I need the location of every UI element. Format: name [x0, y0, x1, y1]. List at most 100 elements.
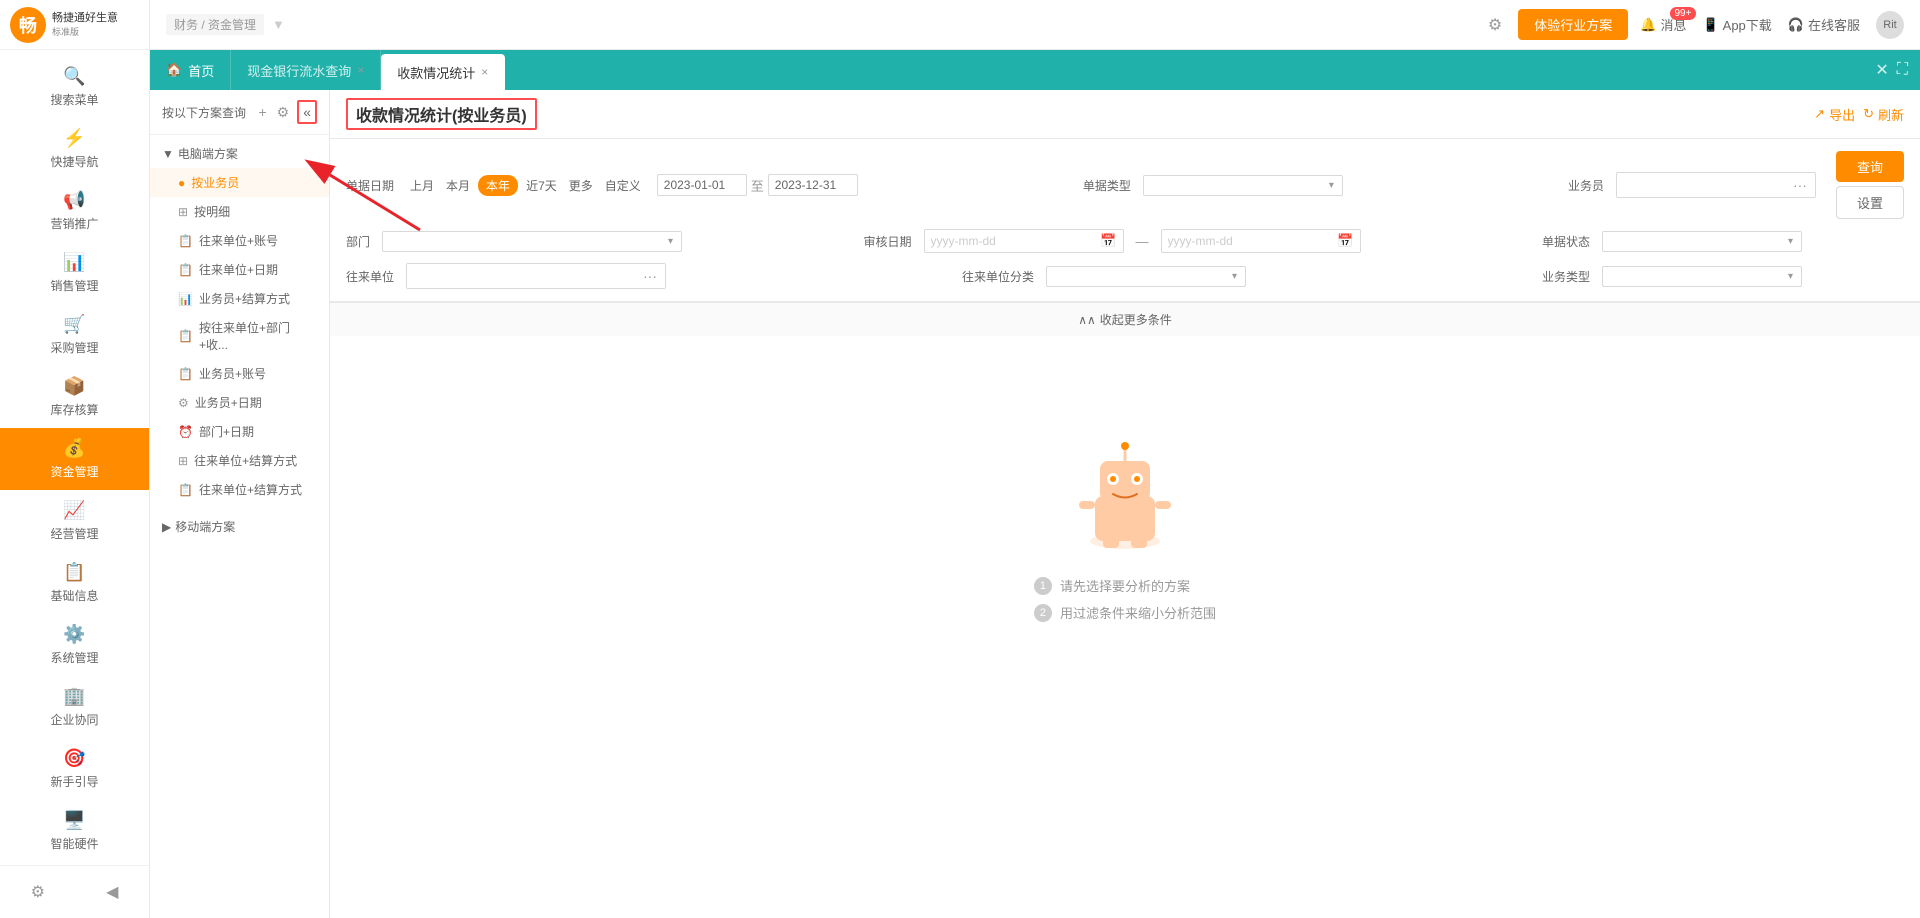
scheme-item-partner-settle1[interactable]: ⊞ 往来单位+结算方式: [150, 446, 329, 475]
sidebar-item-label-enterprise: 企业协同: [50, 711, 98, 728]
date-separator: 至: [751, 176, 764, 195]
window-maximize-icon[interactable]: ⛶: [1897, 61, 1908, 79]
date-this-year[interactable]: 本年: [478, 175, 518, 196]
avatar[interactable]: Rit: [1876, 11, 1904, 39]
scheme-item-partner-account[interactable]: 📋 往来单位+账号: [150, 226, 329, 255]
sidebar-item-search[interactable]: 🔍 搜索菜单: [0, 56, 149, 118]
query-button[interactable]: 查询: [1836, 151, 1904, 182]
home-icon: 🏠: [166, 62, 182, 78]
tab-home[interactable]: 🏠 首页: [150, 50, 231, 90]
date-this-month[interactable]: 本月: [442, 175, 474, 196]
refresh-button[interactable]: ↻ 刷新: [1863, 105, 1904, 124]
scheme-item-partner-settle2[interactable]: 📋 往来单位+结算方式: [150, 475, 329, 504]
sidebar-item-label-search: 搜索菜单: [50, 91, 98, 108]
date-label: 单据日期: [346, 177, 394, 194]
scheme-group-desktop-header[interactable]: ▼ 电脑端方案: [150, 139, 329, 168]
service-icon: 🎧: [1788, 17, 1804, 33]
scheme-item-partner-dept[interactable]: 📋 按往来单位+部门+收...: [150, 313, 329, 359]
sidebar-item-label-guide: 新手引导: [50, 773, 98, 790]
audit-date-end-input[interactable]: [1168, 234, 1338, 248]
partner-select[interactable]: ···: [406, 263, 666, 289]
dept-select[interactable]: ▾: [382, 231, 682, 252]
scheme-item-detail[interactable]: ⊞ 按明细: [150, 197, 329, 226]
scheme-mobile-label: 移动端方案: [175, 518, 235, 535]
sidebar-item-basic[interactable]: 📋 基础信息: [0, 552, 149, 614]
sidebar-item-hardware[interactable]: 🖥️ 智能硬件: [0, 800, 149, 862]
scheme-item-partner-date[interactable]: 📋 往来单位+日期: [150, 255, 329, 284]
scheme-settings-btn[interactable]: ⚙: [275, 102, 292, 123]
sales-icon: 📊: [63, 252, 85, 273]
empty-robot-illustration: [1065, 436, 1185, 556]
scheme-item-icon-ss: 📊: [178, 292, 193, 306]
logo-name: 畅捷通好生意: [52, 11, 118, 25]
page-header: 收款情况统计(按业务员) ↗ 导出 ↻ 刷新: [330, 90, 1920, 139]
scheme-item-salesperson-date[interactable]: ⚙ 业务员+日期: [150, 388, 329, 417]
notification-wrap[interactable]: 🔔 消息 99+: [1640, 15, 1686, 34]
doc-type-select[interactable]: ▾: [1143, 175, 1343, 196]
bottom-settings-icon[interactable]: ⚙: [25, 876, 51, 908]
partner-more-icon[interactable]: ···: [643, 268, 657, 284]
export-button[interactable]: ↗ 导出: [1814, 105, 1855, 124]
audit-date-label: 审核日期: [864, 233, 912, 250]
date-last-month[interactable]: 上月: [406, 175, 438, 196]
partner-category-select[interactable]: ▾: [1046, 266, 1246, 287]
salesperson-more-icon[interactable]: ···: [1793, 177, 1807, 193]
app-download-link[interactable]: 📱 App下载: [1702, 15, 1771, 34]
export-label: 导出: [1829, 105, 1855, 124]
expand-triangle-icon: ▶: [162, 520, 171, 534]
settings-icon[interactable]: ⚙: [1488, 15, 1502, 35]
salesperson-select[interactable]: ···: [1616, 172, 1816, 198]
audit-date-start-input[interactable]: [931, 234, 1101, 248]
sidebar-item-finance[interactable]: 💰 资金管理: [0, 428, 149, 490]
sidebar-item-enterprise[interactable]: 🏢 企业协同: [0, 676, 149, 738]
logo-text-wrap: 畅捷通好生意 标准版: [52, 11, 118, 38]
collapse-bar[interactable]: ∧∧ 收起更多条件: [330, 302, 1920, 336]
page-header-actions: ↗ 导出 ↻ 刷新: [1814, 105, 1904, 124]
online-service-link[interactable]: 🎧 在线客服: [1788, 15, 1860, 34]
chevron-down-icon: ▾: [1329, 180, 1334, 191]
sidebar-item-system[interactable]: ⚙️ 系统管理: [0, 614, 149, 676]
date-range: 至: [657, 174, 858, 196]
top-header: 财务 / 资金管理 ▼ ⚙ 体验行业方案 🔔 消息 99+ 📱 App下载 🎧 …: [150, 0, 1920, 50]
scheme-item-icon-ps1: ⊞: [178, 454, 188, 468]
doc-status-select[interactable]: ▾: [1602, 231, 1802, 252]
tab-bank-flow[interactable]: 现金银行流水查询 ×: [231, 50, 381, 90]
scheme-item-salesperson[interactable]: ● 按业务员: [150, 168, 329, 197]
bottom-collapse-icon[interactable]: ◀: [100, 876, 124, 908]
scheme-item-salesperson-account[interactable]: 📋 业务员+账号: [150, 359, 329, 388]
sidebar-item-guide[interactable]: 🎯 新手引导: [0, 738, 149, 800]
calendar-end-icon[interactable]: 📅: [1337, 233, 1353, 249]
scheme-collapse-btn[interactable]: «: [297, 100, 317, 124]
date-7days[interactable]: 近7天: [522, 175, 561, 196]
hardware-icon: 🖥️: [63, 810, 85, 831]
calendar-start-icon[interactable]: 📅: [1100, 233, 1116, 249]
sidebar-item-quick-nav[interactable]: ⚡ 快捷导航: [0, 118, 149, 180]
scheme-item-dept-date[interactable]: ⏰ 部门+日期: [150, 417, 329, 446]
finance-icon: 💰: [63, 438, 85, 459]
tab-collection-close-icon[interactable]: ×: [481, 65, 488, 79]
sidebar-item-inventory[interactable]: 📦 库存核算: [0, 366, 149, 428]
window-close-icon[interactable]: ✕: [1875, 60, 1888, 80]
tab-bank-close-icon[interactable]: ×: [357, 63, 364, 77]
app-logo: 畅 畅捷通好生意 标准版: [0, 0, 149, 50]
scheme-group-mobile-header[interactable]: ▶ 移动端方案: [150, 512, 329, 541]
scheme-item-label-pdc: 按往来单位+部门+收...: [199, 319, 317, 353]
filter-settings-button[interactable]: 设置: [1836, 186, 1904, 219]
date-start-input[interactable]: [657, 174, 747, 196]
app-download-icon: 📱: [1702, 17, 1718, 33]
sidebar-item-marketing[interactable]: 📢 营销推广: [0, 180, 149, 242]
scheme-item-salesperson-settle[interactable]: 📊 业务员+结算方式: [150, 284, 329, 313]
sidebar-item-purchase[interactable]: 🛒 采购管理: [0, 304, 149, 366]
biz-type-label: 业务类型: [1542, 268, 1590, 285]
biz-type-select[interactable]: ▾: [1602, 266, 1802, 287]
sidebar-item-sales[interactable]: 📊 销售管理: [0, 242, 149, 304]
trial-button[interactable]: 体验行业方案: [1518, 9, 1628, 40]
tab-collection-stats[interactable]: 收款情况统计 ×: [381, 54, 505, 90]
scheme-add-btn[interactable]: +: [256, 102, 268, 122]
sidebar-item-operation[interactable]: 📈 经营管理: [0, 490, 149, 552]
date-more[interactable]: 更多: [565, 175, 597, 196]
sidebar-item-label-quick: 快捷导航: [50, 153, 98, 170]
date-end-input[interactable]: [768, 174, 858, 196]
date-custom[interactable]: 自定义: [601, 175, 645, 196]
scheme-item-icon-sa: 📋: [178, 367, 193, 381]
